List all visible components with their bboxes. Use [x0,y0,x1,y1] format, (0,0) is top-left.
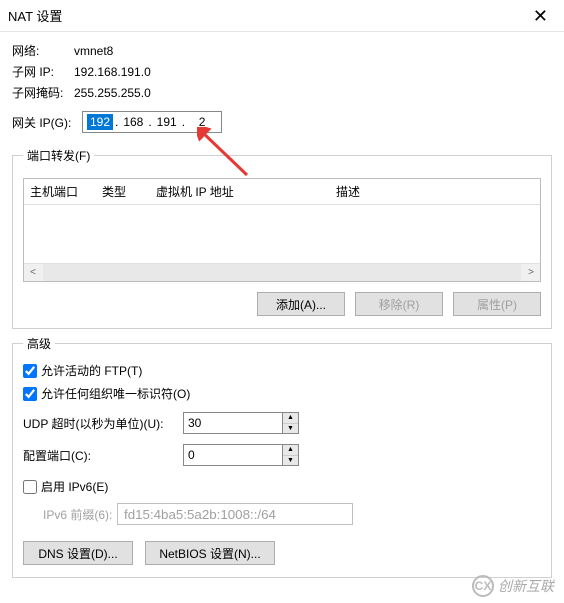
col-type[interactable]: 类型 [102,183,156,200]
watermark: CX 创新互联 [472,575,554,597]
close-icon[interactable]: ✕ [527,7,554,25]
remove-button: 移除(R) [355,292,443,316]
scroll-right-icon[interactable]: > [522,267,540,278]
config-port-input[interactable] [183,444,283,466]
add-button[interactable]: 添加(A)... [257,292,345,316]
gateway-label: 网关 IP(G): [12,114,82,131]
config-port-up-icon[interactable]: ▲ [283,445,298,456]
netbios-settings-button[interactable]: NetBIOS 设置(N)... [145,541,275,565]
ipv6-prefix-label: IPv6 前缀(6): [43,506,117,523]
properties-button: 属性(P) [453,292,541,316]
network-value: vmnet8 [74,44,113,58]
gateway-ip-input[interactable]: 192 . 168 . 191 . 2 [82,111,222,133]
port-forward-legend: 端口转发(F) [23,147,94,164]
col-vm-ip[interactable]: 虚拟机 IP 地址 [156,183,336,200]
list-header: 主机端口 类型 虚拟机 IP 地址 描述 [24,179,540,205]
advanced-legend: 高级 [23,335,55,352]
subnet-ip-label: 子网 IP: [12,63,74,80]
enable-ipv6-label[interactable]: 启用 IPv6(E) [41,478,108,495]
gateway-oct3[interactable]: 191 [154,114,180,130]
subnet-mask-value: 255.255.255.0 [74,86,151,100]
gateway-oct4[interactable]: 2 [187,114,217,130]
network-label: 网络: [12,42,74,59]
scroll-track[interactable] [43,264,521,281]
scroll-left-icon[interactable]: < [24,267,42,278]
port-forward-list[interactable]: 主机端口 类型 虚拟机 IP 地址 描述 < > [23,178,541,282]
allow-ftp-label[interactable]: 允许活动的 FTP(T) [41,362,142,379]
port-forward-group: 端口转发(F) 主机端口 类型 虚拟机 IP 地址 描述 < > 添加(A)..… [12,147,552,329]
watermark-text: 创新互联 [498,576,554,596]
subnet-mask-label: 子网掩码: [12,84,74,101]
enable-ipv6-checkbox[interactable] [23,480,37,494]
udp-timeout-down-icon[interactable]: ▼ [283,424,298,434]
config-port-label: 配置端口(C): [23,447,183,464]
watermark-logo-icon: CX [472,575,494,597]
gateway-oct2[interactable]: 168 [120,114,146,130]
window-title: NAT 设置 [8,6,62,25]
udp-timeout-up-icon[interactable]: ▲ [283,413,298,424]
config-port-down-icon[interactable]: ▼ [283,456,298,466]
ipv6-prefix-input [117,503,353,525]
gateway-oct1[interactable]: 192 [87,114,113,130]
allow-ftp-checkbox[interactable] [23,364,37,378]
col-host-port[interactable]: 主机端口 [30,183,102,200]
allow-orgid-checkbox[interactable] [23,387,37,401]
col-desc[interactable]: 描述 [336,183,534,200]
dns-settings-button[interactable]: DNS 设置(D)... [23,541,133,565]
subnet-ip-value: 192.168.191.0 [74,65,151,79]
udp-timeout-input[interactable] [183,412,283,434]
advanced-group: 高级 允许活动的 FTP(T) 允许任何组织唯一标识符(O) UDP 超时(以秒… [12,335,552,578]
horizontal-scrollbar[interactable]: < > [24,263,540,281]
allow-orgid-label[interactable]: 允许任何组织唯一标识符(O) [41,385,190,402]
udp-timeout-label: UDP 超时(以秒为单位)(U): [23,415,183,432]
list-body[interactable] [24,205,540,263]
